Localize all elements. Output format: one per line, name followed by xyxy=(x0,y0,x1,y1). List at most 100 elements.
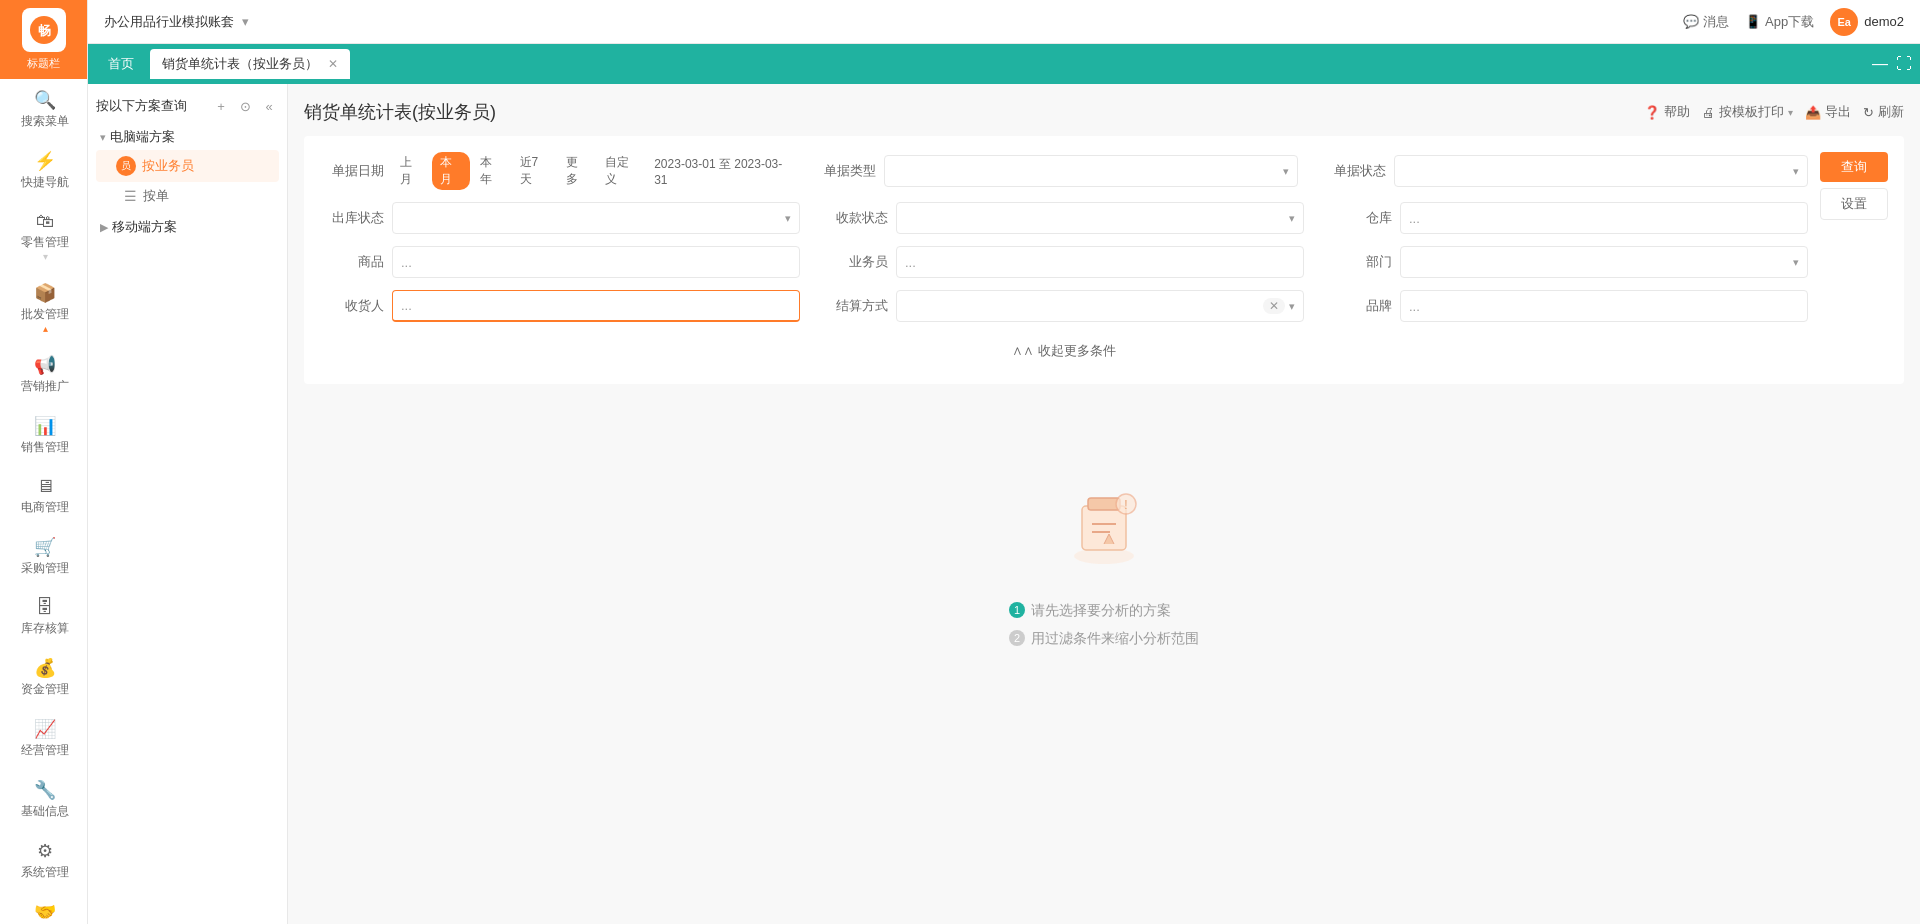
mobile-group-header[interactable]: ▶ 移动端方案 xyxy=(96,214,279,240)
export-btn[interactable]: 📤 导出 xyxy=(1805,103,1851,121)
receive-status-field[interactable]: ▾ xyxy=(896,202,1304,234)
date-tab-custom[interactable]: 自定义 xyxy=(597,152,646,190)
sidebar-item-finance[interactable]: 💰 资金管理 xyxy=(0,647,87,708)
warehouse-label: 仓库 xyxy=(1328,209,1392,227)
payment-dropdown-icon: ▾ xyxy=(1289,300,1295,313)
sidebar-item-system-label: 系统管理 xyxy=(21,864,69,881)
sidebar-item-wholesale[interactable]: 📦 批发管理 ▴ xyxy=(0,272,87,344)
sidebar-item-quick[interactable]: ⚡ 快捷导航 xyxy=(0,140,87,201)
sidebar-item-purchase[interactable]: 🛒 采购管理 xyxy=(0,526,87,587)
collapse-label: 收起更多条件 xyxy=(1038,343,1116,358)
sidebar-item-marketing[interactable]: 📢 营销推广 xyxy=(0,344,87,405)
brand-field[interactable]: ... xyxy=(1400,290,1808,322)
print-btn[interactable]: 🖨 按模板打印 ▾ xyxy=(1702,103,1793,121)
scheme-item-salesperson[interactable]: 员 按业务员 xyxy=(96,150,279,182)
basic-icon: 🔧 xyxy=(34,779,56,801)
settings-btn[interactable]: 设置 xyxy=(1820,188,1888,220)
date-filter: 上月 本月 本年 近7天 更多 自定义 2023-03-01 至 2023-03… xyxy=(392,152,788,190)
date-label: 单据日期 xyxy=(320,162,384,180)
sidebar-item-retail[interactable]: 🛍 零售管理 ▾ xyxy=(0,201,87,272)
sidebar-item-search[interactable]: 🔍 搜索菜单 xyxy=(0,79,87,140)
date-tab-this-month[interactable]: 本月 xyxy=(432,152,470,190)
sidebar-item-inventory[interactable]: 🗄 库存核算 xyxy=(0,587,87,647)
doc-status-dropdown-icon: ▾ xyxy=(1793,165,1799,178)
sidebar-item-operation[interactable]: 📈 经营管理 xyxy=(0,708,87,769)
print-icon: 🖨 xyxy=(1702,105,1715,120)
header-dropdown-icon[interactable]: ▾ xyxy=(242,14,249,29)
date-range: 2023-03-01 至 2023-03-31 xyxy=(654,156,788,187)
filter-actions: 查询 设置 xyxy=(1820,152,1888,368)
refresh-label: 刷新 xyxy=(1878,103,1904,121)
top-header: 办公用品行业模拟账套 ▾ 💬 消息 📱 App下载 Ea demo2 xyxy=(88,0,1920,44)
refresh-btn[interactable]: ↻ 刷新 xyxy=(1863,103,1904,121)
logo-label: 标题栏 xyxy=(27,56,60,71)
panel-edit-btn[interactable]: ⊙ xyxy=(235,96,255,116)
out-status-field[interactable]: ▾ xyxy=(392,202,800,234)
goods-value: ... xyxy=(401,255,791,270)
user-label: demo2 xyxy=(1864,14,1904,29)
doc-type-field[interactable]: ▾ xyxy=(884,155,1298,187)
header-left: 办公用品行业模拟账套 ▾ xyxy=(104,13,249,31)
sidebar-item-ecommerce[interactable]: 🖥 电商管理 xyxy=(0,466,87,526)
date-tab-more[interactable]: 更多 xyxy=(558,152,596,190)
doc-type-dropdown-icon: ▾ xyxy=(1283,165,1289,178)
empty-tips: 1 请先选择要分析的方案 2 用过滤条件来缩小分析范围 xyxy=(1009,596,1199,652)
empty-tip-1: 请先选择要分析的方案 xyxy=(1031,596,1171,624)
app-download-btn[interactable]: 📱 App下载 xyxy=(1745,13,1814,31)
ecommerce-icon: 🖥 xyxy=(36,476,54,497)
salesperson-label: 业务员 xyxy=(824,253,888,271)
consignee-field[interactable]: ... xyxy=(392,290,800,322)
goods-field[interactable]: ... xyxy=(392,246,800,278)
payment-clear-tag[interactable]: ✕ xyxy=(1263,298,1285,314)
date-tab-last-month[interactable]: 上月 xyxy=(392,152,430,190)
user-area[interactable]: Ea demo2 xyxy=(1830,8,1904,36)
date-tab-7days[interactable]: 近7天 xyxy=(512,152,556,190)
filter-area: 单据日期 上月 本月 本年 近7天 更多 自定义 20 xyxy=(304,136,1904,384)
query-btn[interactable]: 查询 xyxy=(1820,152,1888,182)
sidebar-item-marketing-label: 营销推广 xyxy=(21,378,69,395)
operation-icon: 📈 xyxy=(34,718,56,740)
filter-fields: 单据日期 上月 本月 本年 近7天 更多 自定义 20 xyxy=(320,152,1808,368)
sidebar-item-cooperation[interactable]: 🤝 企业协同 xyxy=(0,891,87,924)
collapse-bar[interactable]: ∧∧ 收起更多条件 xyxy=(320,334,1808,368)
payment-clear-icon[interactable]: ✕ xyxy=(1269,299,1279,313)
sidebar-item-basic[interactable]: 🔧 基础信息 xyxy=(0,769,87,830)
marketing-icon: 📢 xyxy=(34,354,56,376)
content: 按以下方案查询 + ⊙ « ▾ 电脑端方案 xyxy=(88,84,1920,924)
tab-close-icon[interactable]: ✕ xyxy=(328,57,338,71)
page-title-bar: 销货单统计表(按业务员) ❓ 帮助 🖨 按模板打印 ▾ 📤 导出 xyxy=(304,100,1904,124)
tab-current[interactable]: 销货单统计表（按业务员） ✕ xyxy=(150,49,350,79)
empty-tip-row-1: 1 请先选择要分析的方案 xyxy=(1009,596,1199,624)
logo-area[interactable]: 畅 标题栏 xyxy=(0,0,87,79)
left-panel: 按以下方案查询 + ⊙ « ▾ 电脑端方案 xyxy=(88,84,288,924)
doc-status-field[interactable]: ▾ xyxy=(1394,155,1808,187)
warehouse-field[interactable]: ... xyxy=(1400,202,1808,234)
dept-field[interactable]: ▾ xyxy=(1400,246,1808,278)
panel-collapse-btn[interactable]: « xyxy=(259,96,279,116)
sidebar-item-operation-label: 经营管理 xyxy=(21,742,69,759)
desktop-group-header[interactable]: ▾ 电脑端方案 xyxy=(96,124,279,150)
message-btn[interactable]: 💬 消息 xyxy=(1683,13,1729,31)
empty-state: ! 1 请先选择要分析的方案 2 用过滤条件来缩小分析范围 xyxy=(304,396,1904,732)
search-icon: 🔍 xyxy=(34,89,56,111)
date-tab-this-year[interactable]: 本年 xyxy=(472,152,510,190)
out-status-dropdown-icon: ▾ xyxy=(785,212,791,225)
print-label: 按模板打印 xyxy=(1719,103,1784,121)
help-btn[interactable]: ❓ 帮助 xyxy=(1644,103,1690,121)
tab-minimize-icon[interactable]: — xyxy=(1872,55,1888,73)
payment-field[interactable]: ✕ ▾ xyxy=(896,290,1304,322)
app-name: 办公用品行业模拟账套 xyxy=(104,13,234,31)
collapse-chevron-icon: ∧∧ xyxy=(1012,343,1034,358)
salesperson-field[interactable]: ... xyxy=(896,246,1304,278)
doc-type-label: 单据类型 xyxy=(812,162,876,180)
sidebar-item-sales[interactable]: 📊 销售管理 xyxy=(0,405,87,466)
desktop-group-label: 电脑端方案 xyxy=(110,128,175,146)
tab-expand-icon[interactable]: ⛶ xyxy=(1896,55,1912,73)
panel-add-btn[interactable]: + xyxy=(211,96,231,116)
empty-icon: ! xyxy=(1054,476,1154,576)
tab-home[interactable]: 首页 xyxy=(96,49,146,79)
dept-label: 部门 xyxy=(1328,253,1392,271)
scheme-item-order[interactable]: ☰ 按单 xyxy=(96,182,279,210)
empty-tip-row-2: 2 用过滤条件来缩小分析范围 xyxy=(1009,624,1199,652)
sidebar-item-system[interactable]: ⚙ 系统管理 xyxy=(0,830,87,891)
